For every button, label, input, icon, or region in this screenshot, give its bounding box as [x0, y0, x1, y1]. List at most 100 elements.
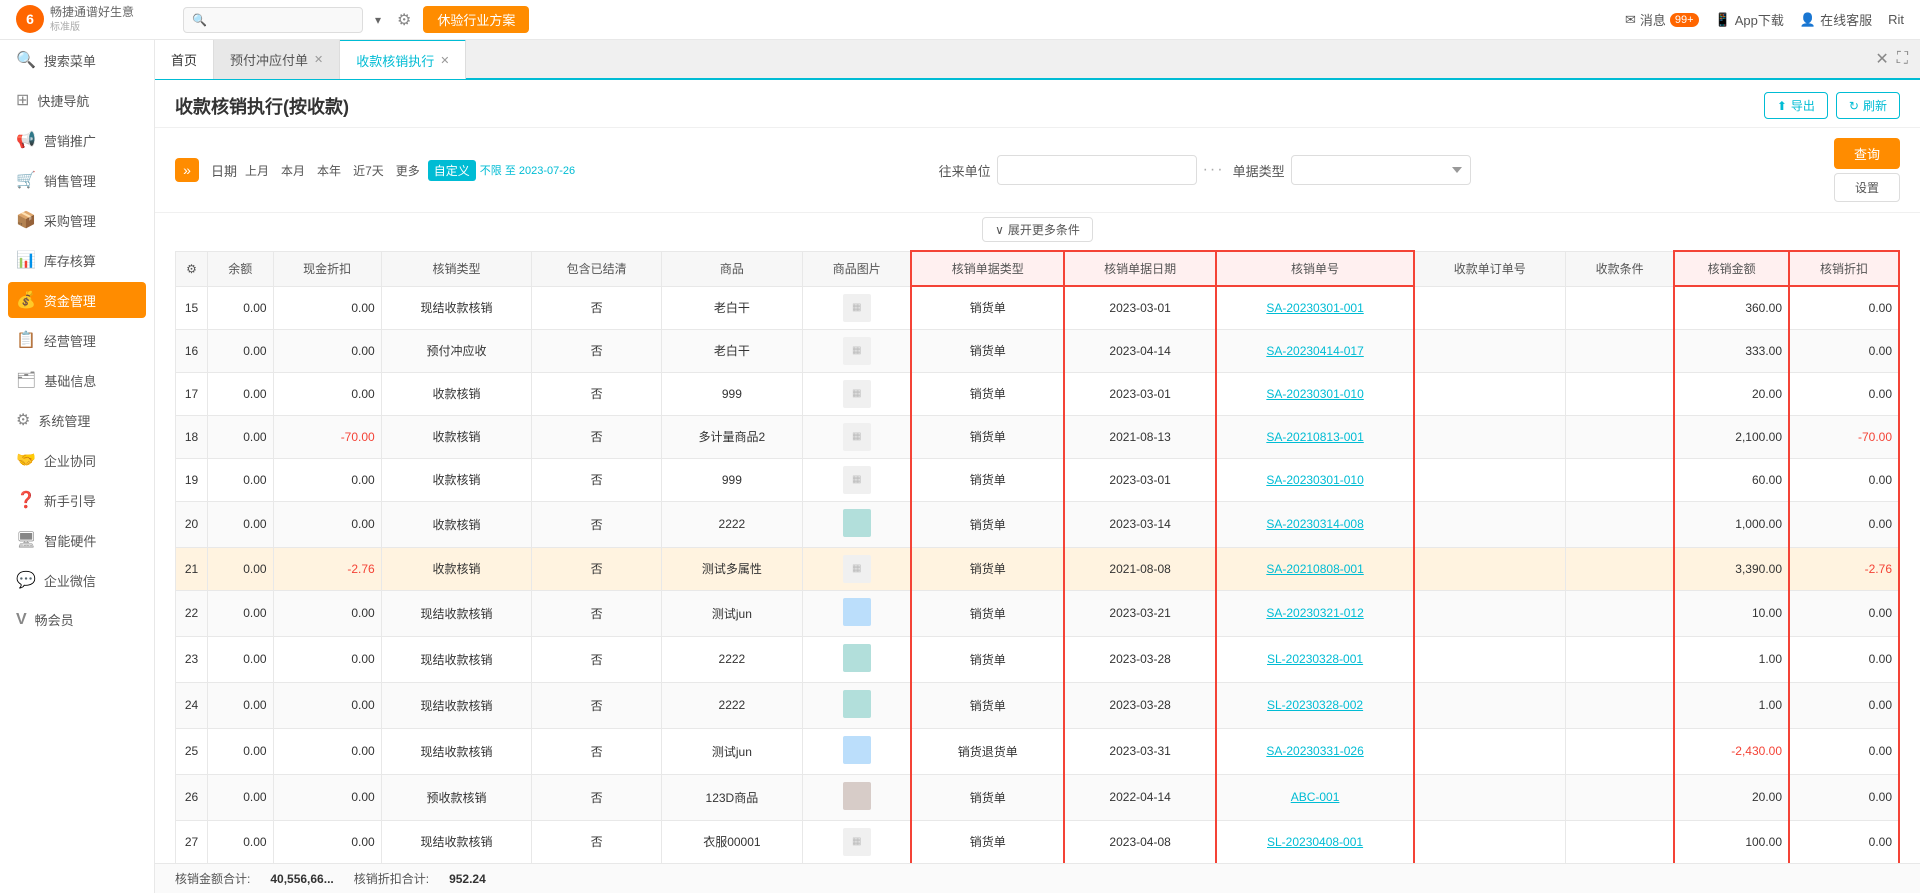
sidebar-item-basics[interactable]: 🗂 基础信息 — [0, 360, 154, 400]
doc-no-link[interactable]: SL-20230328-001 — [1267, 652, 1363, 666]
table-row: 270.000.00现结收款核销否衣服00001▦销货单2023-04-08SL… — [176, 820, 1900, 863]
sidebar-item-inventory[interactable]: 📊 库存核算 — [0, 240, 154, 280]
cell-balance: 0.00 — [208, 820, 274, 863]
filter-toggle-btn[interactable]: » — [175, 158, 199, 182]
user-area[interactable]: Rit — [1888, 12, 1904, 27]
th-verify-discount: 核销折扣 — [1789, 251, 1899, 286]
export-button[interactable]: ⬆ 导出 — [1764, 92, 1828, 119]
doc-no-link[interactable]: SA-20230301-001 — [1266, 301, 1363, 315]
tab-home-label: 首页 — [171, 50, 197, 69]
notifications-item[interactable]: ✉ 消息 99+ — [1625, 10, 1699, 29]
sidebar-item-system[interactable]: ⚙ 系统管理 — [0, 400, 154, 440]
app-download-item[interactable]: 📱 App下载 — [1715, 10, 1784, 29]
tab-home[interactable]: 首页 — [155, 40, 214, 79]
this-month-btn[interactable]: 本月 — [277, 160, 309, 181]
doc-no-link[interactable]: ABC-001 — [1291, 790, 1340, 804]
doc-no-link[interactable]: SA-20210808-001 — [1266, 562, 1363, 576]
sidebar-item-purchase[interactable]: 📦 采购管理 — [0, 200, 154, 240]
cell-doc-type: 销货单 — [911, 636, 1063, 682]
tab-receivable-close[interactable]: ✕ — [440, 54, 449, 67]
cell-goods: 2222 — [661, 501, 802, 547]
industry-button[interactable]: 休验行业方案 — [423, 6, 529, 33]
cell-verify-amount: 100.00 — [1674, 820, 1789, 863]
cell-cash-discount: 0.00 — [273, 774, 381, 820]
export-icon: ⬆ — [1777, 99, 1787, 113]
cell-verify-discount: 0.00 — [1789, 682, 1899, 728]
sidebar-item-enterprise[interactable]: 🤝 企业协同 — [0, 440, 154, 480]
sidebar-item-quicknav[interactable]: ⊞ 快捷导航 — [0, 80, 154, 120]
doc-no-link[interactable]: SA-20230301-010 — [1266, 473, 1363, 487]
cell-cash-discount: -2.76 — [273, 547, 381, 590]
top-dropdown-arrow[interactable]: ▾ — [375, 13, 381, 27]
more-btn[interactable]: 更多 — [392, 160, 424, 181]
partner-input[interactable] — [997, 155, 1197, 185]
sidebar-item-member[interactable]: V 畅会员 — [0, 600, 154, 639]
doc-no-link[interactable]: SL-20230408-001 — [1267, 835, 1363, 849]
cell-verify-discount: 0.00 — [1789, 329, 1899, 372]
voucher-type-select[interactable] — [1291, 155, 1471, 185]
cell-included-settled: 否 — [532, 372, 661, 415]
sidebar-item-wechat[interactable]: 💬 企业微信 — [0, 560, 154, 600]
tab-prepaid-close[interactable]: ✕ — [314, 53, 323, 66]
sidebar-label-operations: 经营管理 — [44, 331, 96, 350]
this-year-btn[interactable]: 本年 — [313, 160, 345, 181]
doc-no-link[interactable]: SA-20230414-017 — [1266, 344, 1363, 358]
last7days-btn[interactable]: 近7天 — [349, 160, 388, 181]
cell-doc-type: 销货单 — [911, 501, 1063, 547]
cell-goods-img: ▦ — [802, 458, 911, 501]
sidebar-label-member: 畅会员 — [35, 610, 74, 629]
query-button[interactable]: 查询 — [1834, 138, 1900, 169]
setting-button[interactable]: 设置 — [1834, 173, 1900, 202]
tab-receivable[interactable]: 收款核销执行 ✕ — [340, 40, 466, 79]
tab-close-all-icon[interactable]: ✕ — [1875, 49, 1888, 69]
tab-prepaid[interactable]: 预付冲应付单 ✕ — [214, 40, 340, 79]
cell-verify-discount: 0.00 — [1789, 820, 1899, 863]
cell-included-settled: 否 — [532, 415, 661, 458]
sidebar-item-guide[interactable]: ❓ 新手引导 — [0, 480, 154, 520]
no-image-icon: ▦ — [843, 294, 871, 322]
cell-doc-type: 销货单 — [911, 682, 1063, 728]
sidebar-item-finance[interactable]: 💰 资金管理 — [8, 282, 146, 318]
sidebar-item-operations[interactable]: 📋 经营管理 — [0, 320, 154, 360]
doc-no-link[interactable]: SL-20230328-002 — [1267, 698, 1363, 712]
cell-order-no — [1414, 774, 1566, 820]
column-settings-icon[interactable]: ⚙ — [186, 262, 197, 276]
cell-doc-date: 2023-04-08 — [1064, 820, 1216, 863]
doc-no-link[interactable]: SA-20230301-010 — [1266, 387, 1363, 401]
sidebar-item-marketing[interactable]: 📢 营销推广 — [0, 120, 154, 160]
cell-included-settled: 否 — [532, 590, 661, 636]
cell-verify-amount: -2,430.00 — [1674, 728, 1789, 774]
cell-order-no — [1414, 820, 1566, 863]
custom-btn[interactable]: 自定义 — [428, 160, 476, 181]
settings-icon[interactable]: ⚙ — [397, 10, 411, 30]
expand-conditions-btn[interactable]: ∨ 展开更多条件 — [982, 217, 1093, 242]
th-gear: ⚙ — [176, 251, 208, 286]
table-row: 210.00-2.76收款核销否测试多属性▦销货单2021-08-08SA-20… — [176, 547, 1900, 590]
sidebar-item-sales[interactable]: 🛒 销售管理 — [0, 160, 154, 200]
cell-balance: 0.00 — [208, 372, 274, 415]
cell-doc-no: SA-20230314-008 — [1216, 501, 1413, 547]
sidebar-item-search[interactable]: 🔍 搜索菜单 — [0, 40, 154, 80]
cell-order-no — [1414, 458, 1566, 501]
cell-verify-amount: 1.00 — [1674, 682, 1789, 728]
top-search-box[interactable]: 🔍 — [183, 7, 363, 33]
table-area[interactable]: ⚙ 余额 现金折扣 核销类型 包含已结清 商品 商品图片 核销单据类型 核销单据… — [155, 250, 1920, 863]
sidebar-label-quicknav: 快捷导航 — [37, 91, 89, 110]
doc-no-link[interactable]: SA-20230314-008 — [1266, 517, 1363, 531]
goods-image — [843, 690, 871, 718]
sidebar-item-smarthw[interactable]: 🖥 智能硬件 — [0, 520, 154, 560]
date-filter-group: 日期 上月 本月 本年 近7天 更多 自定义 不限 至 2023-07-26 — [211, 160, 575, 181]
doc-no-link[interactable]: SA-20230331-026 — [1266, 744, 1363, 758]
last-month-btn[interactable]: 上月 — [241, 160, 273, 181]
doc-no-link[interactable]: SA-20230321-012 — [1266, 606, 1363, 620]
doc-no-link[interactable]: SA-20210813-001 — [1266, 430, 1363, 444]
cell-verify-discount: 0.00 — [1789, 372, 1899, 415]
cell-goods: 老白干 — [661, 329, 802, 372]
online-service-item[interactable]: 👤 在线客服 — [1800, 10, 1872, 29]
refresh-button[interactable]: ↻ 刷新 — [1836, 92, 1900, 119]
table-row: 190.000.00收款核销否999▦销货单2023-03-01SA-20230… — [176, 458, 1900, 501]
cell-verify-amount: 2,100.00 — [1674, 415, 1789, 458]
tab-expand-icon[interactable]: ⛶ — [1897, 50, 1908, 68]
online-service-label: 在线客服 — [1820, 10, 1872, 29]
table-body: 150.000.00现结收款核销否老白干▦销货单2023-03-01SA-202… — [176, 286, 1900, 863]
